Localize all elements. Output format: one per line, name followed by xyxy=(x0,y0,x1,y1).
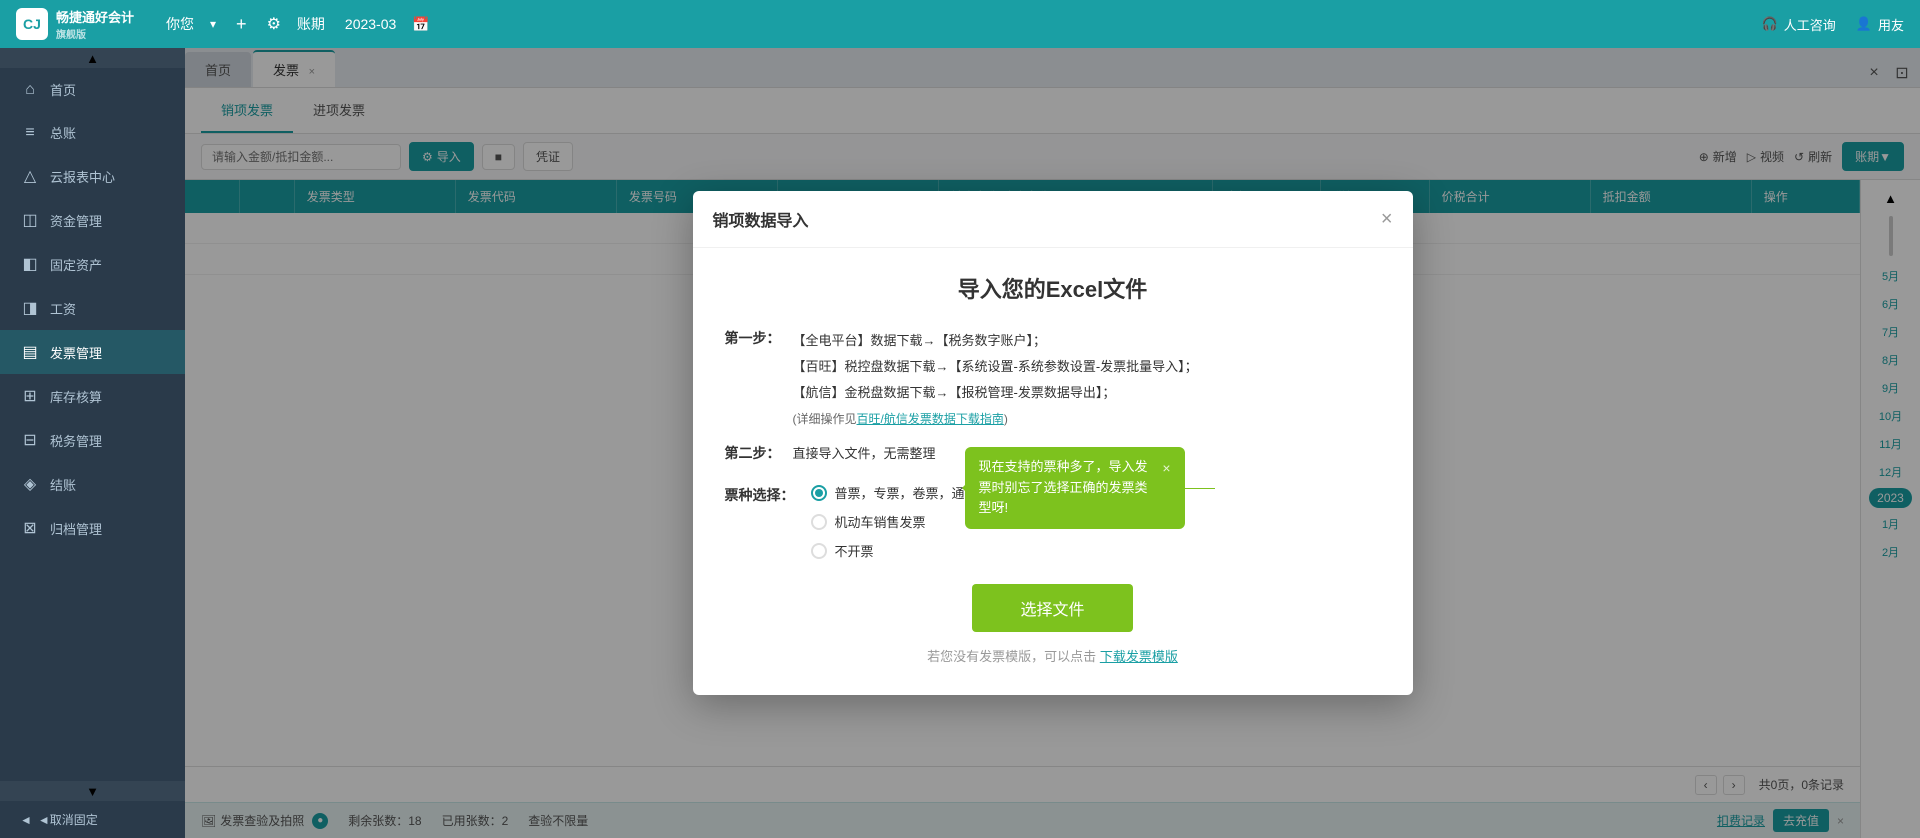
user-button[interactable]: 👤 用友 xyxy=(1856,15,1904,34)
sidebar-item-label: 首页 xyxy=(50,80,76,99)
sidebar-item-settlement[interactable]: ◈ 结账 xyxy=(0,462,185,506)
modal-body: 导入您的Excel文件 第一步： 【全电平台】数据下载→【税务数字账户】； 【百… xyxy=(693,248,1413,695)
sidebar-item-label: 库存核算 xyxy=(50,387,102,406)
tooltip-line xyxy=(1185,488,1215,489)
logo-area: CJ 畅捷通好会计 旗舰版 xyxy=(16,7,134,41)
sidebar-item-label: 发票管理 xyxy=(50,343,102,362)
step1-line2: 【百旺】税控盘数据下载→【系统设置-系统参数设置-发票批量导入】； xyxy=(793,354,1198,380)
ticket-label: 票种选择： xyxy=(725,483,795,505)
ticket-option-2-label: 机动车销售发票 xyxy=(835,512,926,531)
tooltip-close-button[interactable]: × xyxy=(1162,457,1170,479)
company-name: 你您 xyxy=(166,14,194,34)
sidebar-item-invoice-mgmt[interactable]: ▤ 发票管理 xyxy=(0,330,185,374)
sidebar-item-label: 总账 xyxy=(50,123,76,142)
user-icon: 👤 xyxy=(1856,16,1872,32)
step2-text: 直接导入文件，无需整理 xyxy=(793,443,936,462)
ticket-option-3-label: 不开票 xyxy=(835,541,874,560)
cancel-pin-label: ◄取消固定 xyxy=(38,811,98,828)
sidebar-item-inventory[interactable]: ⊞ 库存核算 xyxy=(0,374,185,418)
sidebar-item-label: 资金管理 xyxy=(50,211,102,230)
sidebar-item-label: 税务管理 xyxy=(50,431,102,450)
sidebar-item-payroll[interactable]: ◨ 工资 xyxy=(0,286,185,330)
sidebar-item-ledger[interactable]: ≡ 总账 xyxy=(0,111,185,154)
app-badge: 旗舰版 xyxy=(56,26,134,41)
modal-overlay: 销项数据导入 × 导入您的Excel文件 第一步： 【全电平台】数据下载→【税务… xyxy=(185,48,1920,838)
import-modal: 销项数据导入 × 导入您的Excel文件 第一步： 【全电平台】数据下载→【税务… xyxy=(693,191,1413,695)
sidebar-scroll-up[interactable]: ▲ xyxy=(0,48,185,68)
headset-icon: 🎧 xyxy=(1762,16,1778,32)
sidebar-item-label: 云报表中心 xyxy=(50,167,115,186)
guide-link[interactable]: 百旺/航信发票数据下载指南 xyxy=(857,412,1004,426)
modal-title: 销项数据导入 xyxy=(713,207,809,231)
tooltip-container: × 现在支持的票种多了，导入发票时别忘了选择正确的发票类型呀! xyxy=(1137,483,1215,493)
sidebar-item-archive[interactable]: ⊠ 归档管理 xyxy=(0,506,185,550)
content-area: 首页 发票 × × ⊡ 销项发票 进项发票 xyxy=(185,48,1920,838)
modal-header: 销项数据导入 × xyxy=(693,191,1413,248)
add-button[interactable]: + xyxy=(232,10,251,39)
top-bar-right: 🎧 人工咨询 👤 用友 xyxy=(1762,15,1904,34)
step1-content: 【全电平台】数据下载→【税务数字账户】； 【百旺】税控盘数据下载→【系统设置-系… xyxy=(793,328,1198,427)
top-bar: CJ 畅捷通好会计 旗舰版 你您 ▾ + ⚙ 账期 2023-03 📅 🎧 人工… xyxy=(0,0,1920,48)
sidebar-item-label: 归档管理 xyxy=(50,519,102,538)
step2-label: 第二步： xyxy=(725,443,781,463)
settlement-icon: ◈ xyxy=(20,474,40,494)
ticket-choice-section: 票种选择： 普票，专票，卷票，通行费发票，农产品销售发票 机动车销售发票 xyxy=(725,483,1381,560)
radio-opt1[interactable] xyxy=(811,485,827,501)
cloud-report-icon: △ xyxy=(20,166,40,186)
modal-main-title: 导入您的Excel文件 xyxy=(725,272,1381,304)
invoice-mgmt-icon: ▤ xyxy=(20,342,40,362)
period-label: 账期 xyxy=(297,14,325,34)
tooltip-box: × 现在支持的票种多了，导入发票时别忘了选择正确的发票类型呀! xyxy=(965,447,1185,529)
step1-line1: 【全电平台】数据下载→【税务数字账户】； xyxy=(793,328,1198,354)
archive-icon: ⊠ xyxy=(20,518,40,538)
step1-line3: 【航信】金税盘数据下载→【报税管理-发票数据导出】； xyxy=(793,380,1198,406)
step1-link-area: (详细操作见百旺/航信发票数据下载指南) xyxy=(793,410,1198,427)
home-icon: ⌂ xyxy=(20,81,40,99)
cancel-pin-button[interactable]: ◄ ◄取消固定 xyxy=(0,801,185,838)
tooltip-text: 现在支持的票种多了，导入发票时别忘了选择正确的发票类型呀! xyxy=(979,459,1148,516)
calendar-icon[interactable]: 📅 xyxy=(412,16,429,33)
radio-opt2[interactable] xyxy=(811,514,827,530)
inventory-icon: ⊞ xyxy=(20,386,40,406)
settings-icon[interactable]: ⚙ xyxy=(267,14,281,34)
main-area: ▲ ⌂ 首页 ≡ 总账 △ 云报表中心 ◫ 资金管理 ◧ 固定资产 ◨ xyxy=(0,48,1920,838)
no-template-text: 若您没有发票模版，可以点击 xyxy=(927,649,1096,664)
tax-icon: ⊟ xyxy=(20,430,40,450)
modal-close-button[interactable]: × xyxy=(1381,209,1393,229)
no-template-area: 若您没有发票模版，可以点击 下载发票模版 xyxy=(725,646,1381,665)
app-name: 畅捷通好会计 xyxy=(56,7,134,26)
sidebar-item-fund[interactable]: ◫ 资金管理 xyxy=(0,198,185,242)
service-button[interactable]: 🎧 人工咨询 xyxy=(1762,15,1836,34)
fund-icon: ◫ xyxy=(20,210,40,230)
sidebar-item-label: 工资 xyxy=(50,299,76,318)
sidebar-item-label: 结账 xyxy=(50,475,76,494)
period-value: 2023-03 xyxy=(345,16,396,32)
sidebar-item-label: 固定资产 xyxy=(50,255,102,274)
sidebar: ▲ ⌂ 首页 ≡ 总账 △ 云报表中心 ◫ 资金管理 ◧ 固定资产 ◨ xyxy=(0,48,185,838)
step1-label: 第一步： xyxy=(725,328,781,348)
select-file-button[interactable]: 选择文件 xyxy=(972,584,1132,632)
ticket-option-3[interactable]: 不开票 xyxy=(811,541,1121,560)
payroll-icon: ◨ xyxy=(20,298,40,318)
sidebar-item-tax[interactable]: ⊟ 税务管理 xyxy=(0,418,185,462)
sidebar-item-home[interactable]: ⌂ 首页 xyxy=(0,68,185,111)
sidebar-item-cloud-report[interactable]: △ 云报表中心 xyxy=(0,154,185,198)
download-template-link[interactable]: 下载发票模版 xyxy=(1100,649,1178,664)
sidebar-scroll-down[interactable]: ▼ xyxy=(0,781,185,801)
cancel-pin-icon: ◄ xyxy=(20,813,32,827)
fixed-assets-icon: ◧ xyxy=(20,254,40,274)
logo-icon: CJ xyxy=(16,8,48,40)
ledger-icon: ≡ xyxy=(20,124,40,142)
company-dropdown-icon[interactable]: ▾ xyxy=(210,17,216,31)
radio-opt3[interactable] xyxy=(811,543,827,559)
sidebar-item-fixed-assets[interactable]: ◧ 固定资产 xyxy=(0,242,185,286)
step1-section: 第一步： 【全电平台】数据下载→【税务数字账户】； 【百旺】税控盘数据下载→【系… xyxy=(725,328,1381,427)
